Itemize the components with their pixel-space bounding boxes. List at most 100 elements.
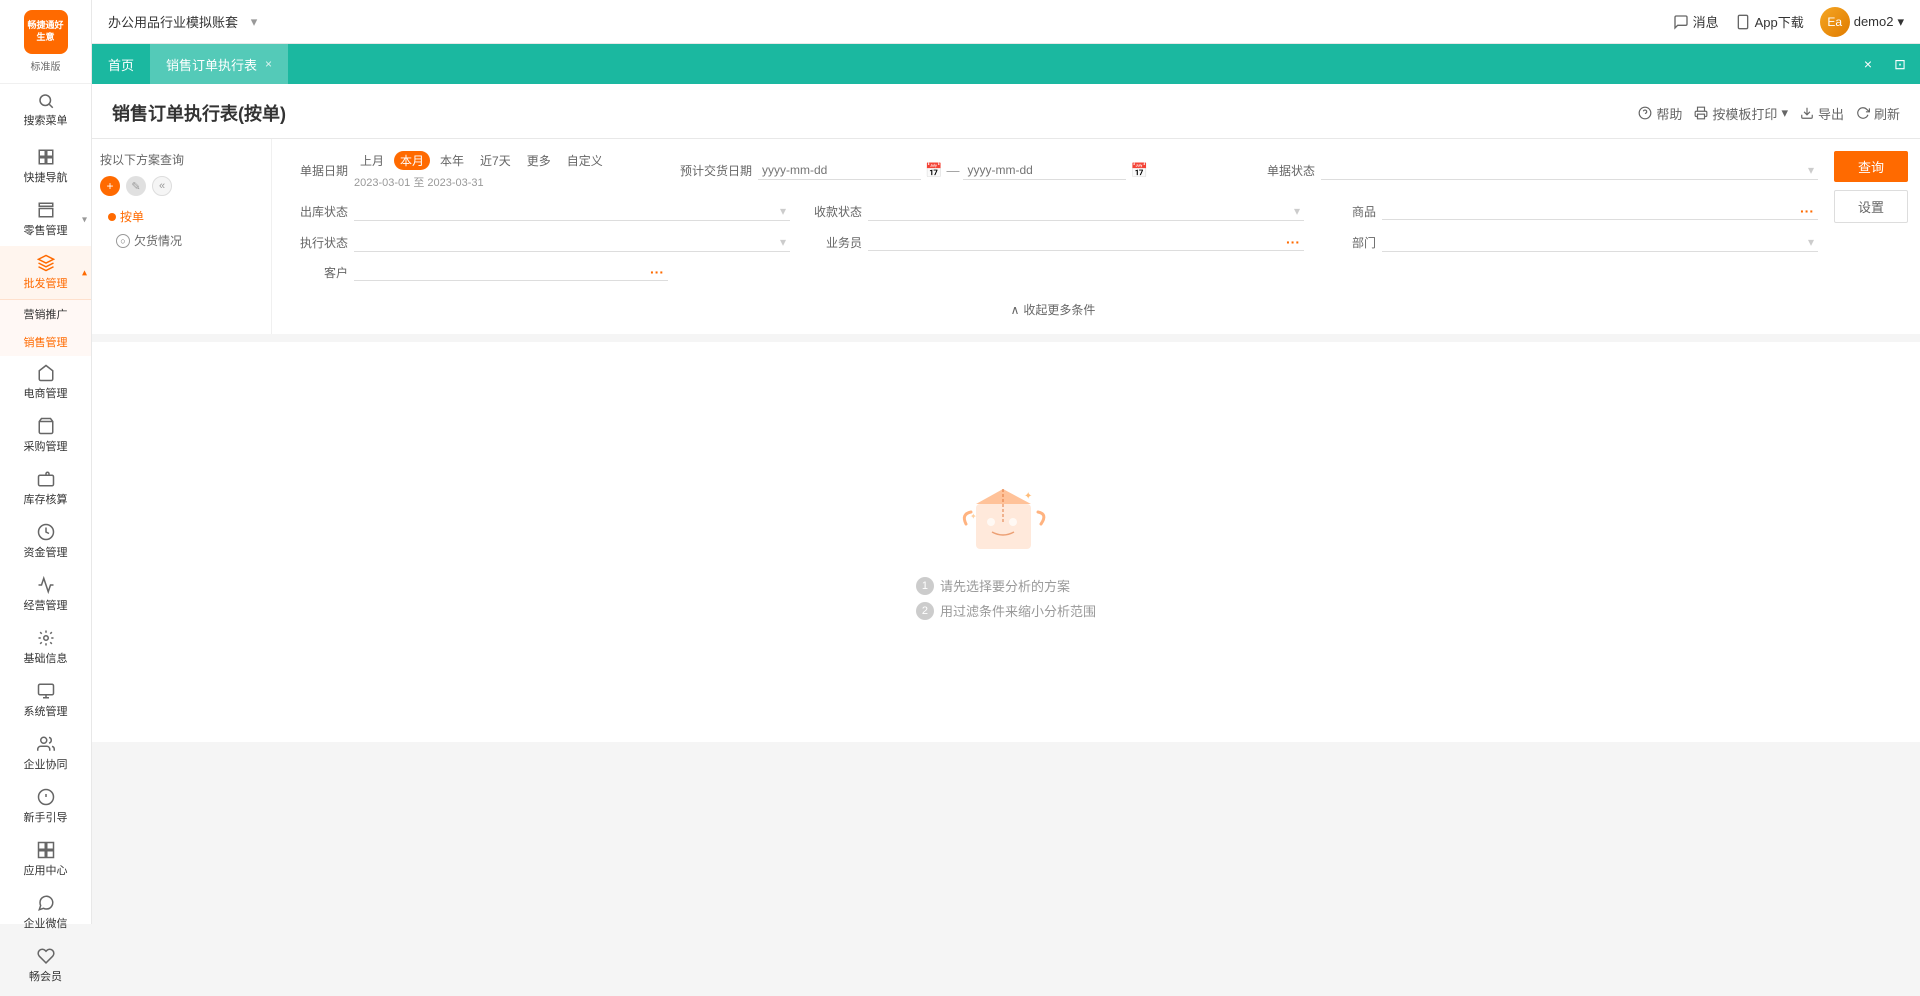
nav-icon: [37, 841, 55, 859]
empty-tip-2: 2 用过滤条件来缩小分析范围: [916, 601, 1096, 620]
sidebar-item-jichu[interactable]: 基础信息: [0, 621, 91, 674]
filter-field-salesman: 业务员 ···: [802, 234, 1304, 251]
nav-icon: [37, 788, 55, 806]
main-content: 办公用品行业模拟账套 ▾ 消息 App下载 Ea demo2 ▾ 首页 销售订单…: [92, 0, 1920, 924]
topbar: 办公用品行业模拟账套 ▾ 消息 App下载 Ea demo2 ▾: [92, 0, 1920, 44]
topbar-message-btn[interactable]: 消息: [1673, 12, 1719, 31]
sidebar-item-pifaguan[interactable]: 批发管理 ▴: [0, 246, 91, 299]
payment-status-label: 收款状态: [802, 203, 862, 220]
filter-scheme-title: 按以下方案查询: [100, 151, 263, 168]
scheme-item-andan[interactable]: 按单: [100, 204, 263, 229]
nav-icon: [37, 201, 55, 219]
page-header: 销售订单执行表(按单) 帮助 按模板打印 ▾ 导出 刷新: [92, 84, 1920, 139]
filter-field-dept: 部门 ▾: [1316, 233, 1818, 252]
tab-home[interactable]: 首页: [92, 44, 150, 84]
export-btn[interactable]: 导出: [1800, 104, 1844, 123]
dept-select[interactable]: ▾: [1382, 233, 1818, 252]
edit-scheme-btn[interactable]: ✎: [126, 176, 146, 196]
goods-label: 商品: [1316, 203, 1376, 220]
expected-date-end[interactable]: [963, 161, 1126, 180]
sidebar-item-lingshouguan[interactable]: 零售管理 ▾: [0, 193, 91, 246]
sidebar-subitem-xiaoshou[interactable]: 销售管理: [0, 328, 91, 356]
sidebar-subitem-yingxiao[interactable]: 营销推广: [0, 300, 91, 328]
print-btn[interactable]: 按模板打印 ▾: [1694, 104, 1788, 123]
date-tabs: 上月 本月 本年 近7天 更多 自定义: [354, 151, 609, 170]
tabbar-actions: × ⊡: [1856, 52, 1920, 76]
nav-icon: [37, 470, 55, 488]
filter-right-btns: 查询 设置: [1834, 139, 1920, 334]
calendar-icon-start[interactable]: 📅: [925, 162, 942, 179]
query-btn[interactable]: 查询: [1834, 151, 1908, 182]
tabbar: 首页 销售订单执行表 × × ⊡: [92, 44, 1920, 84]
sidebar-item-kuaijie[interactable]: 快捷导航: [0, 140, 91, 193]
export-icon: [1800, 106, 1814, 120]
stock-dropdown-arrow: ▾: [780, 204, 786, 218]
date-tab-custom[interactable]: 自定义: [561, 151, 609, 170]
help-btn[interactable]: 帮助: [1638, 104, 1682, 123]
payment-status-select[interactable]: ▾: [868, 202, 1304, 221]
search-icon: [37, 92, 55, 110]
nav-icon: [37, 254, 55, 272]
sidebar-item-yingyong[interactable]: 应用中心: [0, 833, 91, 886]
sidebar-search[interactable]: 搜索菜单: [0, 84, 91, 136]
scheme-item-quhuo[interactable]: ○ 欠货情况: [100, 229, 263, 252]
date-tab-7days[interactable]: 近7天: [474, 151, 517, 170]
exec-dropdown-arrow: ▾: [780, 235, 786, 249]
result-area: ✦ ✦ 1 请先选择要分析的方案 2 用过滤条件来缩小分析范围: [92, 342, 1920, 742]
date-tab-more[interactable]: 更多: [521, 151, 557, 170]
message-icon: [1673, 14, 1689, 30]
nav-icon: [37, 148, 55, 166]
window-restore-btn[interactable]: ⊡: [1888, 52, 1912, 76]
topbar-user[interactable]: Ea demo2 ▾: [1820, 7, 1904, 37]
filter-field-goods: 商品 ···: [1316, 203, 1818, 220]
refresh-btn[interactable]: 刷新: [1856, 104, 1900, 123]
salesman-more-btn[interactable]: ···: [1282, 234, 1304, 250]
tab-close-btn[interactable]: ×: [265, 57, 272, 71]
exec-status-select[interactable]: ▾: [354, 233, 790, 252]
tab-active[interactable]: 销售订单执行表 ×: [150, 44, 288, 84]
goods-more-btn[interactable]: ···: [1796, 203, 1818, 219]
collapse-scheme-btn[interactable]: «: [152, 176, 172, 196]
nav-icon: [37, 682, 55, 700]
refresh-icon: [1856, 106, 1870, 120]
status-dropdown-arrow: ▾: [1808, 163, 1814, 177]
nav-icon: [37, 364, 55, 382]
calendar-icon-end[interactable]: 📅: [1130, 162, 1147, 179]
sidebar-item-jingying[interactable]: 经营管理: [0, 568, 91, 621]
sidebar-item-zijin[interactable]: 资金管理: [0, 515, 91, 568]
window-close-btn[interactable]: ×: [1856, 52, 1880, 76]
empty-illustration: ✦ ✦: [956, 464, 1056, 564]
sidebar-item-dianshang[interactable]: 电商管理: [0, 356, 91, 409]
expected-date-start[interactable]: [758, 161, 921, 180]
nav-icon: [37, 947, 55, 965]
sidebar-sub-pifa: 营销推广 销售管理: [0, 299, 91, 356]
date-tab-lastmonth[interactable]: 上月: [354, 151, 390, 170]
nav-icon: [37, 576, 55, 594]
sidebar-item-qiye[interactable]: 企业协同: [0, 727, 91, 780]
sidebar-item-caigou[interactable]: 采购管理: [0, 409, 91, 462]
logo-subtitle: 标准版: [31, 58, 61, 73]
sidebar-item-xinshou[interactable]: 新手引导: [0, 780, 91, 833]
sidebar-item-weixin[interactable]: 企业微信: [0, 886, 91, 939]
sidebar-item-xitong[interactable]: 系统管理: [0, 674, 91, 727]
sidebar-item-kucun[interactable]: 库存核算: [0, 462, 91, 515]
empty-icon: ✦ ✦: [956, 464, 1056, 564]
status-select[interactable]: ▾: [1321, 161, 1818, 180]
customer-more-btn[interactable]: ···: [646, 264, 668, 280]
add-scheme-btn[interactable]: +: [100, 176, 120, 196]
nav-icon: [37, 735, 55, 753]
collapse-more-btn[interactable]: ∧ 收起更多条件: [1011, 301, 1096, 318]
status-label: 单据状态: [1255, 162, 1315, 179]
topbar-dropdown-btn[interactable]: ▾: [246, 14, 262, 30]
topbar-appdownload-btn[interactable]: App下载: [1735, 12, 1804, 31]
sidebar-item-huiyuan[interactable]: 畅会员: [0, 939, 91, 992]
nav-icon: [37, 629, 55, 647]
empty-tip-1: 1 请先选择要分析的方案: [916, 576, 1096, 595]
setting-btn[interactable]: 设置: [1834, 190, 1908, 223]
dept-dropdown-arrow: ▾: [1808, 235, 1814, 249]
sidebar-search-label: 搜索菜单: [24, 112, 68, 128]
date-tab-thisyear[interactable]: 本年: [434, 151, 470, 170]
date-tab-thismonth[interactable]: 本月: [394, 151, 430, 170]
stock-status-select[interactable]: ▾: [354, 202, 790, 221]
filter-field-payment-status: 收款状态 ▾: [802, 202, 1304, 221]
